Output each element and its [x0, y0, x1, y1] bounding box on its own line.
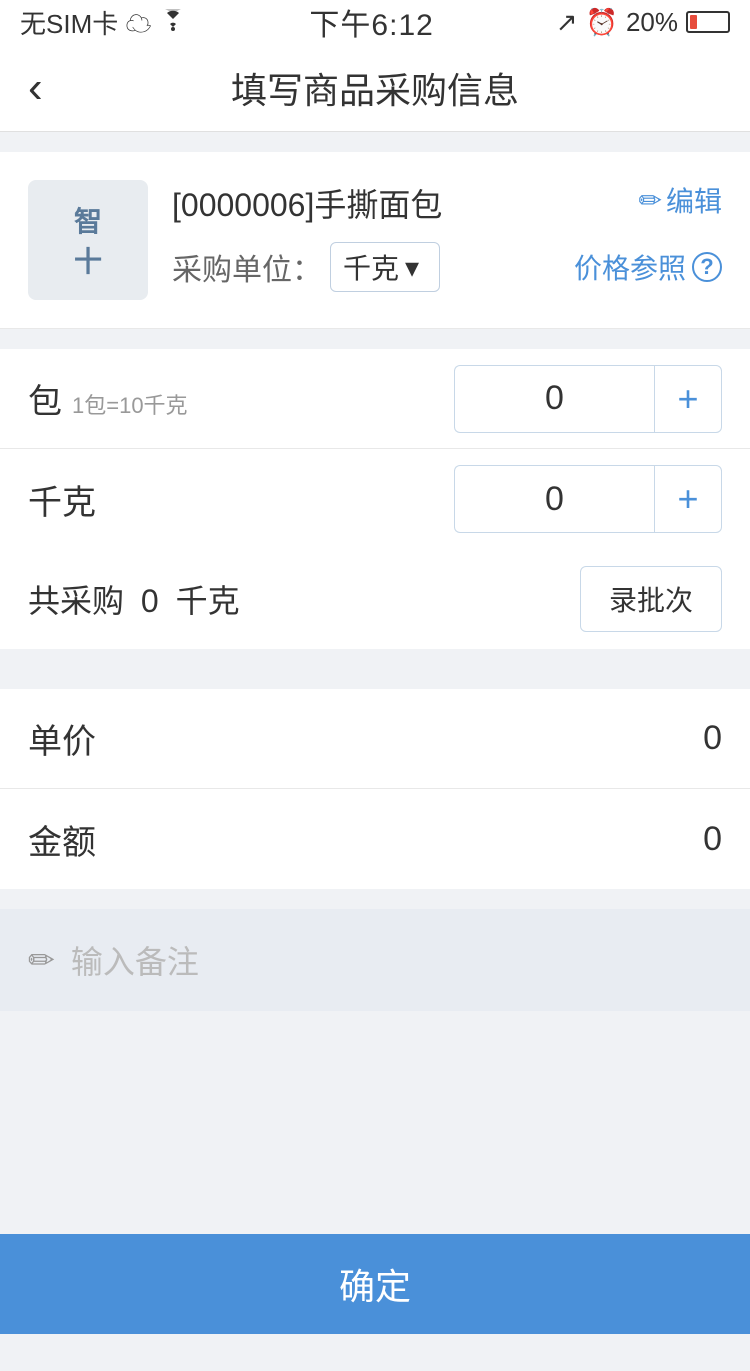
nav-bar: ‹ 填写商品采购信息: [0, 44, 750, 132]
bag-label: 包 1包=10千克: [28, 374, 188, 423]
status-bar: 无SIM卡 ☁ 下午6:12 ↗ ⏰ 20%: [0, 0, 750, 44]
unit-price-label: 单价: [28, 714, 96, 763]
product-name: [0000006]手撕面包: [172, 180, 442, 226]
edit-icon: ✏: [639, 184, 662, 217]
bag-input[interactable]: [454, 365, 654, 433]
product-image: 智 十: [28, 180, 148, 300]
status-time: 下午6:12: [309, 0, 433, 44]
edit-button[interactable]: ✏ 编辑: [639, 180, 722, 220]
status-right: ↗ ⏰ 20%: [556, 7, 730, 38]
status-left: 无SIM卡 ☁: [20, 4, 187, 41]
unit-price-row: 单价 0: [0, 689, 750, 789]
bag-input-row: 包 1包=10千克 +: [0, 349, 750, 449]
bag-sub-label: 1包=10千克: [72, 388, 188, 420]
alarm-icon: ⏰: [586, 7, 618, 38]
amount-label: 金额: [28, 815, 96, 864]
divider-2: [0, 649, 750, 669]
battery-icon: [686, 11, 730, 33]
amount-row: 金额 0: [0, 789, 750, 889]
unit-select[interactable]: 千克 ▾: [330, 242, 440, 292]
input-section: 包 1包=10千克 + 千克 +: [0, 349, 750, 549]
confirm-button[interactable]: 确定: [0, 1234, 750, 1334]
price-ref-button[interactable]: 价格参照 ?: [574, 247, 722, 287]
back-button[interactable]: ‹: [28, 66, 43, 110]
note-section[interactable]: ✏ 输入备注: [0, 909, 750, 1011]
total-row: 共采购 0 千克 录批次: [0, 549, 750, 649]
bag-input-wrapper: +: [454, 365, 722, 433]
total-text: 共采购 0 千克: [28, 576, 240, 622]
pencil-icon: ✏: [28, 941, 55, 979]
unit-price-value: 0: [703, 719, 722, 758]
kg-plus-button[interactable]: +: [654, 465, 722, 533]
kg-label: 千克: [28, 475, 188, 524]
product-top-row: [0000006]手撕面包 ✏ 编辑: [172, 180, 722, 226]
price-ref-label: 价格参照: [574, 247, 686, 287]
wifi-icon: [159, 7, 187, 38]
divider-1: [0, 329, 750, 349]
unit-label: 采购单位： 千克 ▾: [172, 242, 440, 292]
total-amount: 0: [141, 583, 159, 619]
edit-label: 编辑: [666, 180, 722, 220]
price-section: 单价 0 金额 0: [0, 689, 750, 889]
nav-title: 填写商品采购信息: [231, 62, 519, 114]
kg-input-row: 千克 +: [0, 449, 750, 549]
kg-input-wrapper: +: [454, 465, 722, 533]
batch-button[interactable]: 录批次: [580, 566, 722, 632]
sim-status: 无SIM卡 ☁: [20, 4, 151, 41]
bag-plus-button[interactable]: +: [654, 365, 722, 433]
battery-percent: 20%: [626, 7, 678, 38]
amount-value: 0: [703, 820, 722, 859]
product-unit-row: 采购单位： 千克 ▾ 价格参照 ?: [172, 242, 722, 292]
product-card: 智 十 [0000006]手撕面包 ✏ 编辑 采购单位： 千克 ▾ 价格参照 ?: [0, 152, 750, 329]
kg-input[interactable]: [454, 465, 654, 533]
location-icon: ↗: [556, 7, 578, 38]
note-placeholder: 输入备注: [71, 937, 199, 983]
question-icon: ?: [692, 252, 722, 282]
dropdown-icon: ▾: [405, 251, 419, 284]
product-info: [0000006]手撕面包 ✏ 编辑 采购单位： 千克 ▾ 价格参照 ?: [172, 180, 722, 292]
